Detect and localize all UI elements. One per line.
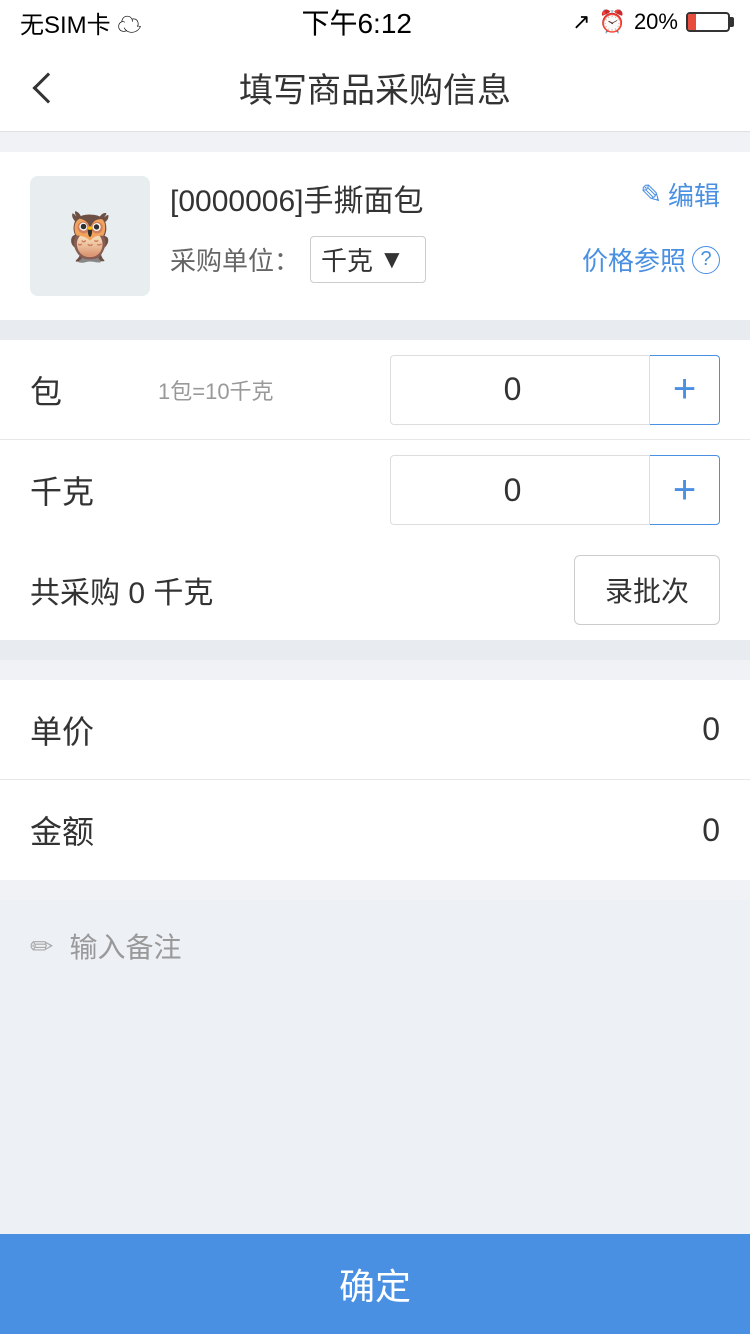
- amount-row: 金额 0: [0, 780, 750, 880]
- status-right: ↗ ⏰ 20%: [572, 9, 730, 35]
- price-section: 单价 0 金额 0: [0, 680, 750, 880]
- price-reference-button[interactable]: 价格参照 ?: [582, 241, 720, 278]
- summary-row: 共采购 0 千克 录批次: [0, 540, 750, 640]
- status-bar: 无SIM卡 ☁ 下午6:12 ↗ ⏰ 20%: [0, 0, 750, 44]
- page-title: 填写商品采购信息: [239, 63, 511, 112]
- edit-icon: ✎: [640, 179, 662, 210]
- help-icon: ?: [692, 246, 720, 274]
- note-placeholder: 输入备注: [69, 926, 181, 966]
- note-section[interactable]: ✏ 输入备注: [0, 900, 750, 992]
- kg-input-row: 千克 +: [0, 440, 750, 540]
- status-time: 下午6:12: [301, 2, 412, 42]
- product-image: 🦉: [30, 176, 150, 296]
- nav-bar: 填写商品采购信息: [0, 44, 750, 132]
- kg-label: 千克: [30, 467, 150, 513]
- section-divider-2: [0, 640, 750, 660]
- back-arrow-icon: [32, 72, 63, 103]
- unit-price-row: 单价 0: [0, 680, 750, 780]
- price-ref-label: 价格参照: [582, 241, 686, 278]
- alarm-icon: ⏰: [599, 9, 626, 35]
- bao-label: 包: [30, 367, 150, 413]
- product-name: [0000006]手撕面包: [170, 176, 423, 220]
- product-card: 🦉 [0000006]手撕面包 ✎ 编辑 采购单位： 千克 ▼ 价格参照 ?: [0, 152, 750, 320]
- unit-value: 千克: [321, 241, 373, 278]
- product-unit-row: 采购单位： 千克 ▼ 价格参照 ?: [170, 236, 720, 283]
- pencil-icon: ✏: [30, 930, 53, 963]
- edit-label: 编辑: [668, 176, 720, 213]
- product-info: [0000006]手撕面包 ✎ 编辑 采购单位： 千克 ▼ 价格参照 ?: [170, 176, 720, 283]
- sim-label: 无SIM卡 ☁: [20, 5, 141, 40]
- product-header: [0000006]手撕面包 ✎ 编辑: [170, 176, 720, 220]
- bao-input-right: +: [390, 355, 720, 425]
- bao-input-row: 包 1包=10千克 +: [0, 340, 750, 440]
- dropdown-arrow-icon: ▼: [379, 244, 405, 275]
- bao-input[interactable]: [390, 355, 650, 425]
- status-left: 无SIM卡 ☁: [20, 5, 141, 40]
- back-button[interactable]: [0, 44, 80, 132]
- unit-price-label: 单价: [30, 707, 94, 753]
- bao-sublabel: 1包=10千克: [158, 374, 274, 406]
- input-section: 包 1包=10千克 + 千克 +: [0, 340, 750, 540]
- amount-value: 0: [702, 812, 720, 849]
- unit-dropdown[interactable]: 千克 ▼: [310, 236, 426, 283]
- record-batch-button[interactable]: 录批次: [574, 555, 720, 625]
- amount-label: 金额: [30, 807, 94, 853]
- location-icon: ↗: [572, 9, 590, 35]
- kg-input-right: +: [390, 455, 720, 525]
- bao-plus-button[interactable]: +: [650, 355, 720, 425]
- edit-button[interactable]: ✎ 编辑: [640, 176, 720, 213]
- product-logo: 🦉: [60, 208, 120, 265]
- unit-price-value: 0: [702, 711, 720, 748]
- section-divider-1: [0, 320, 750, 340]
- kg-plus-button[interactable]: +: [650, 455, 720, 525]
- kg-input[interactable]: [390, 455, 650, 525]
- battery-icon: [686, 12, 730, 32]
- unit-label-text: 采购单位：: [170, 241, 300, 278]
- battery-percent: 20%: [634, 9, 678, 35]
- summary-text: 共采购 0 千克: [30, 568, 213, 612]
- unit-label-container: 采购单位： 千克 ▼: [170, 236, 426, 283]
- confirm-button[interactable]: 确定: [0, 1234, 750, 1334]
